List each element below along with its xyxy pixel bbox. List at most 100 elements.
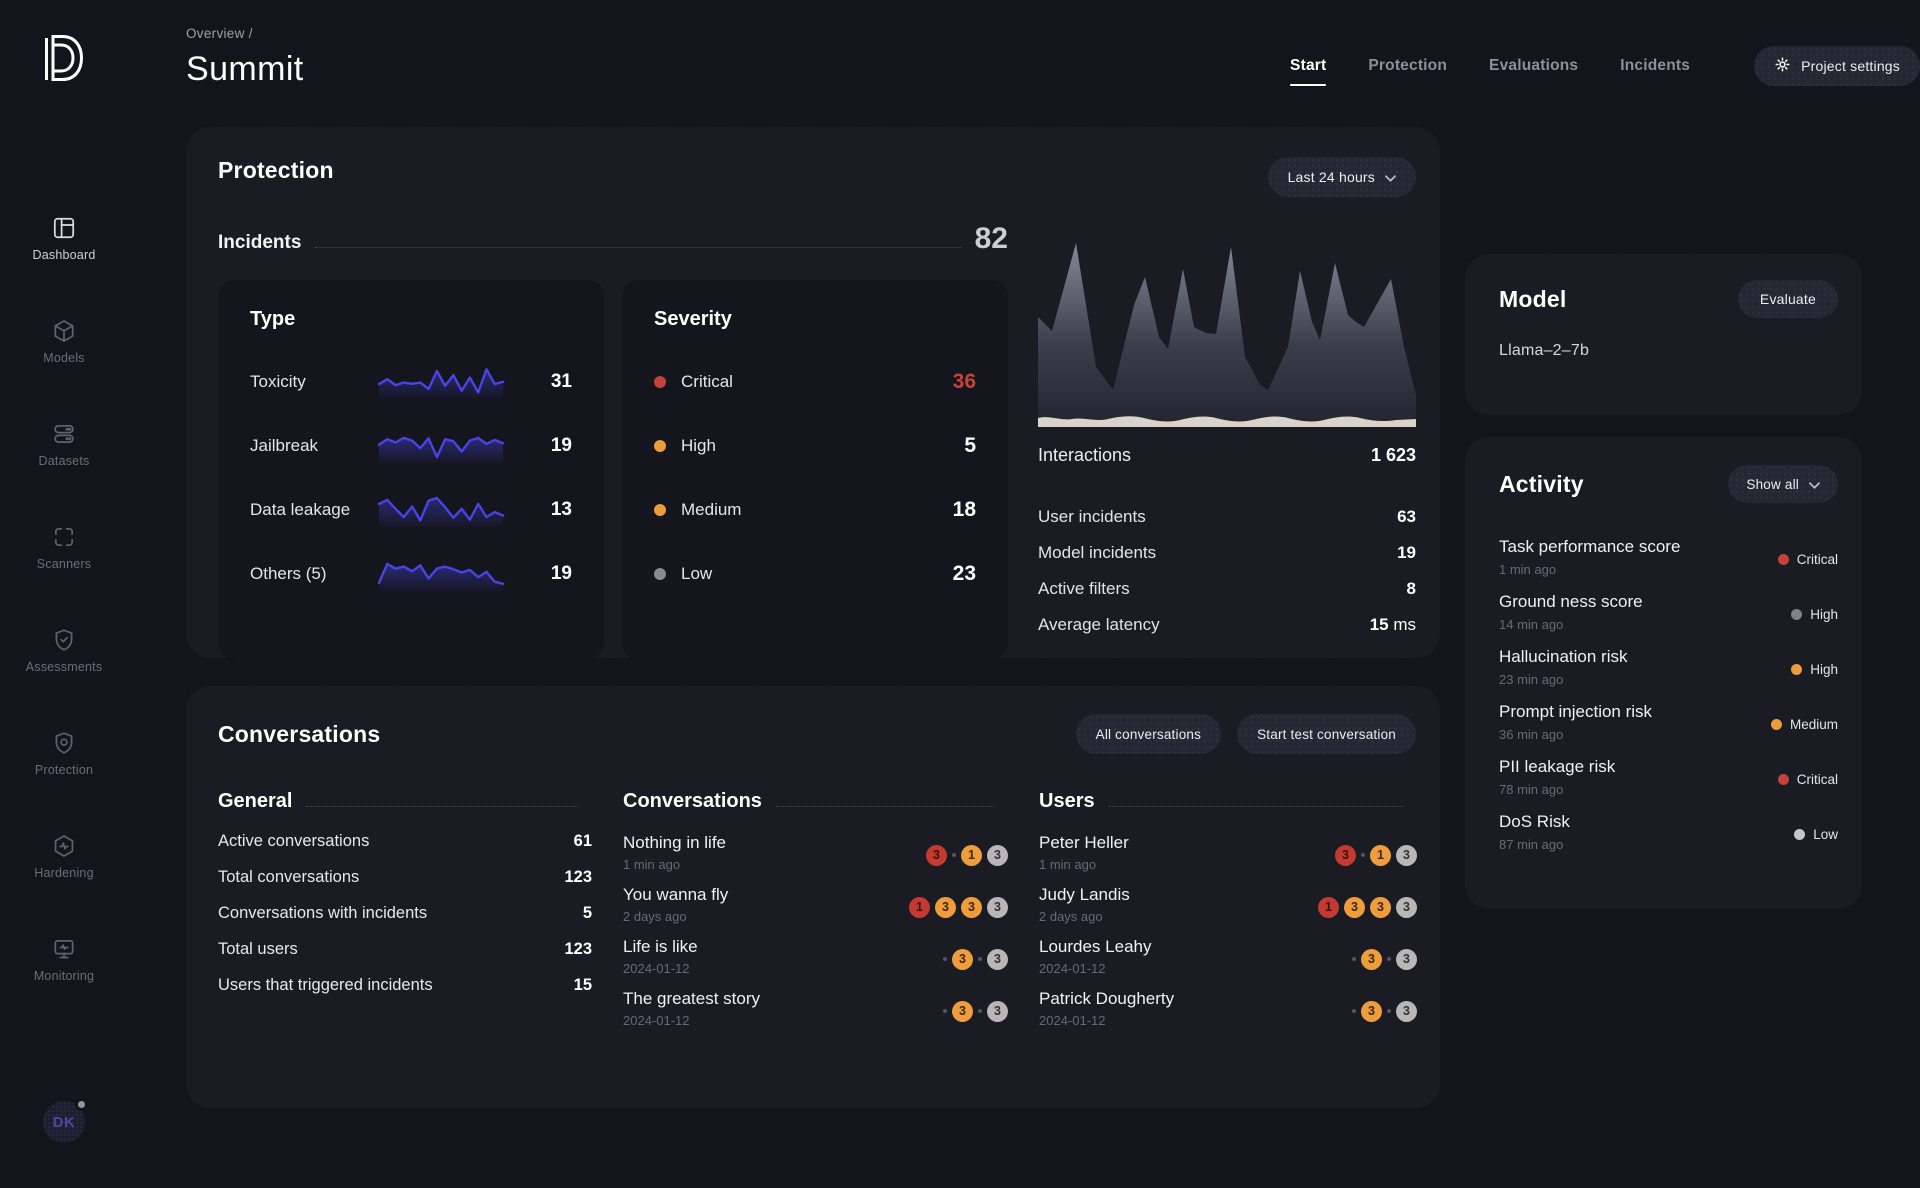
time-filter-dropdown[interactable]: Last 24 hours — [1267, 157, 1416, 197]
incident-badge: 3 — [1396, 1000, 1417, 1022]
incident-type-value: 19 — [550, 562, 572, 584]
conversations-columns: General Active conversations 61 Total co… — [218, 790, 1417, 1041]
severity-dot — [654, 503, 666, 516]
monitor-pulse-icon — [51, 936, 77, 962]
activity-items: Task performance score 1 min ago Critica… — [1499, 537, 1838, 852]
tab-protection[interactable]: Protection — [1368, 46, 1447, 86]
list-item[interactable]: The greatest story 2024-01-12 3 3 — [623, 989, 1008, 1028]
activity-item-text: PII leakage risk 78 min ago — [1499, 757, 1615, 797]
general-stat-label: Total conversations — [218, 867, 360, 886]
general-stat-row: Total users 123 — [218, 937, 592, 961]
badge-count: 3 — [1377, 900, 1384, 914]
incident-type-row: Others (5) 19 — [250, 553, 572, 594]
list-item[interactable]: Nothing in life 1 min ago 3 1 3 — [623, 833, 1008, 872]
sidebar-item-monitoring[interactable]: Monitoring — [26, 936, 103, 983]
incident-type-label: Data leakage — [250, 499, 351, 519]
badge-count: 3 — [994, 900, 1001, 914]
avatar[interactable]: DK — [43, 1098, 88, 1143]
badge-count: 3 — [994, 1004, 1001, 1018]
severity-rows: Critical 36 High 5 Medium 18 Low 23 — [654, 361, 976, 594]
incident-badges: 3 1 3 — [926, 833, 1008, 872]
activity-item[interactable]: PII leakage risk 78 min ago Critical — [1499, 757, 1838, 797]
severity-dot — [1791, 663, 1803, 675]
badge-count: 3 — [933, 848, 940, 862]
incident-type-row: Data leakage 13 — [250, 489, 572, 530]
severity-row: Low 23 — [654, 553, 976, 594]
sidebar-item-scanners[interactable]: Scanners — [26, 524, 103, 571]
badge-count: 3 — [1403, 952, 1410, 966]
activity-item[interactable]: Task performance score 1 min ago Critica… — [1499, 537, 1838, 577]
activity-severity: High — [1791, 592, 1838, 632]
activity-item[interactable]: Prompt injection risk 36 min ago Medium — [1499, 702, 1838, 742]
model-name: Llama–2–7b — [1499, 342, 1590, 359]
chevron-down-icon — [1385, 169, 1396, 185]
hexagon-pulse-icon — [51, 833, 77, 859]
sidebar-item-assessments[interactable]: Assessments — [26, 627, 103, 674]
severity-card: Severity Critical 36 High 5 Medium 18 Lo… — [622, 280, 1008, 659]
dashboard-icon — [51, 215, 77, 241]
sparkline-chart — [376, 553, 524, 594]
incidents-row: Incidents 82 — [218, 222, 1008, 256]
dotted-leader — [315, 247, 961, 248]
sidebar: Dashboard Models Datasets Scanners Asses… — [0, 0, 128, 1188]
all-conversations-button[interactable]: All conversations — [1075, 714, 1222, 754]
sidebar-item-label: Hardening — [34, 866, 94, 880]
severity-dot — [654, 439, 666, 452]
stat-label: Model incidents — [1038, 543, 1157, 562]
activity-severity: Critical — [1777, 537, 1838, 577]
list-item[interactable]: Peter Heller 1 min ago 3 1 3 — [1039, 833, 1417, 872]
incident-badge: 3 — [952, 1000, 973, 1022]
incident-badge — [1352, 1009, 1356, 1013]
badge-count: 1 — [916, 900, 923, 914]
activity-item[interactable]: DoS Risk 87 min ago Low — [1499, 812, 1838, 852]
stat-label: User incidents — [1038, 507, 1146, 526]
show-all-dropdown[interactable]: Show all — [1728, 465, 1838, 503]
severity-dot — [654, 567, 666, 580]
list-item-text: The greatest story 2024-01-12 — [623, 989, 760, 1028]
activity-item[interactable]: Hallucination risk 23 min ago High — [1499, 647, 1838, 687]
conversations-title: Conversations — [218, 720, 381, 747]
severity-card-title: Severity — [654, 308, 732, 330]
list-item[interactable]: Lourdes Leahy 2024-01-12 33 — [1039, 937, 1417, 976]
activity-severity-label: Critical — [1796, 551, 1838, 567]
incident-badge: 1 — [1318, 896, 1339, 918]
tab-incidents[interactable]: Incidents — [1620, 46, 1690, 86]
brand-logo[interactable] — [41, 30, 87, 93]
incidents-label: Incidents — [218, 232, 302, 253]
sidebar-item-datasets[interactable]: Datasets — [26, 421, 103, 468]
sidebar-item-hardening[interactable]: Hardening — [26, 833, 103, 880]
sparkline-chart — [376, 361, 524, 402]
badge-count: 3 — [1351, 900, 1358, 914]
badge-count: 3 — [1342, 848, 1349, 862]
shield-circle-icon — [51, 730, 77, 756]
incident-badge: 3 — [952, 948, 973, 970]
list-item[interactable]: Patrick Dougherty 2024-01-12 33 — [1039, 989, 1417, 1028]
list-item[interactable]: Life is like 2024-01-12 33 — [623, 937, 1008, 976]
conversations-heading: Conversations — [623, 790, 1008, 813]
general-stat-row: Users that triggered incidents 15 — [218, 973, 592, 997]
project-settings-button[interactable]: Project settings — [1754, 46, 1920, 86]
list-item-name: Judy Landis — [1039, 885, 1130, 904]
severity-dot — [1794, 828, 1806, 840]
sidebar-item-models[interactable]: Models — [26, 318, 103, 365]
tab-start[interactable]: Start — [1290, 46, 1327, 86]
incident-badge: 3 — [1370, 896, 1391, 918]
protection-title: Protection — [218, 157, 334, 183]
activity-item[interactable]: Ground ness score 14 min ago High — [1499, 592, 1838, 632]
incident-badges: 1 3 3 3 — [909, 885, 1008, 924]
list-item[interactable]: You wanna fly 2 days ago 1 3 3 3 — [623, 885, 1008, 924]
tab-evaluations[interactable]: Evaluations — [1489, 46, 1578, 86]
evaluate-button[interactable]: Evaluate — [1737, 280, 1838, 318]
activity-item-name: Prompt injection risk — [1499, 702, 1653, 721]
list-item[interactable]: Judy Landis 2 days ago 1 3 3 3 — [1039, 885, 1417, 924]
right-column: Model Evaluate Llama–2–7b Activity Show … — [1465, 127, 1862, 1108]
sidebar-item-dashboard[interactable]: Dashboard — [26, 215, 103, 262]
start-test-conversation-button[interactable]: Start test conversation — [1237, 714, 1416, 754]
shield-check-icon — [51, 627, 77, 653]
general-stat-value: 61 — [573, 831, 592, 850]
list-item-name: Peter Heller — [1039, 833, 1129, 852]
general-stat-value: 123 — [564, 867, 592, 886]
sidebar-item-protection[interactable]: Protection — [26, 730, 103, 777]
list-item-name: Lourdes Leahy — [1039, 937, 1152, 956]
incident-badge — [978, 957, 982, 961]
